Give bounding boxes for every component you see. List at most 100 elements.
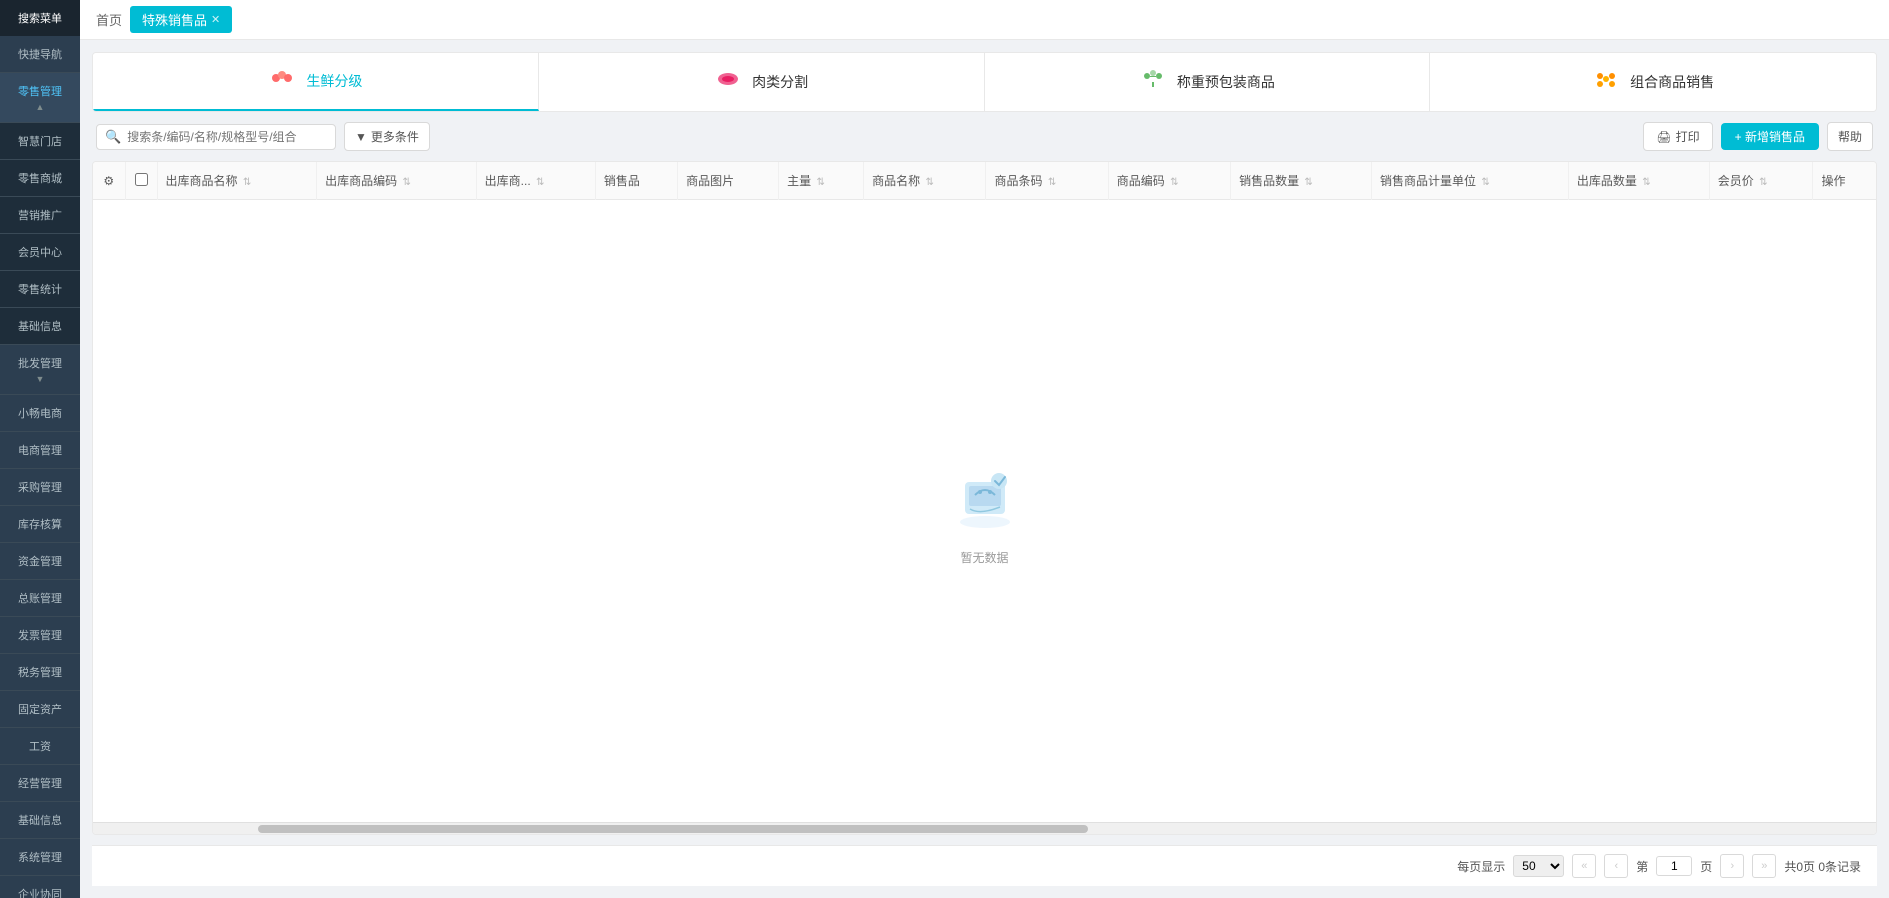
col-product-name-label: 商品名称 — [872, 174, 920, 188]
sidebar-item-ecom-mgmt[interactable]: 电商管理 — [0, 432, 80, 469]
sidebar-item-basic-info2[interactable]: 基础信息 — [0, 802, 80, 839]
col-product-code[interactable]: 商品编码 ⇅ — [1108, 162, 1230, 200]
sidebar-item-marketing[interactable]: 营销推广 — [0, 197, 80, 234]
sidebar-item-general-ledger[interactable]: 总账管理 — [0, 580, 80, 617]
sidebar-item-mini-ecom[interactable]: 小畅电商 — [0, 395, 80, 432]
sidebar-item-tax-mgmt[interactable]: 税务管理 — [0, 654, 80, 691]
col-member-price[interactable]: 会员价 ⇅ — [1709, 162, 1813, 200]
sidebar-item-payroll[interactable]: 工资 — [0, 728, 80, 765]
col-sales-qty[interactable]: 销售品数量 ⇅ — [1231, 162, 1372, 200]
sort-icon: ⇅ — [1481, 177, 1489, 188]
finance-label: 资金管理 — [18, 553, 62, 569]
sort-icon: ⇅ — [536, 177, 544, 188]
last-page-icon: » — [1761, 860, 1767, 872]
sidebar-item-retail-mall[interactable]: 零售商城 — [0, 160, 80, 197]
col-check[interactable] — [125, 162, 157, 200]
page-prefix: 第 — [1636, 858, 1648, 875]
wholesale-mgmt-arrow-icon: ▼ — [36, 374, 45, 384]
col-out-product-extra[interactable]: 出库商... ⇅ — [476, 162, 595, 200]
sidebar-item-retail-stats[interactable]: 零售统计 — [0, 271, 80, 308]
pagination: 每页显示 50 10 20 100 « ‹ 第 页 › » 共0页 0条记录 — [92, 845, 1877, 886]
check-all-input[interactable] — [135, 173, 148, 186]
search-box[interactable]: 🔍 — [96, 124, 336, 150]
meat-cut-icon — [714, 68, 742, 96]
search-icon: 🔍 — [105, 129, 121, 145]
combo-product-label: 组合商品销售 — [1630, 72, 1714, 92]
col-main-weight-label: 主量 — [787, 174, 811, 188]
purchase-mgmt-label: 采购管理 — [18, 479, 62, 495]
col-settings[interactable]: ⚙ — [93, 162, 125, 200]
sort-icon: ⇅ — [243, 177, 251, 188]
col-out-product-code[interactable]: 出库商品编码 ⇅ — [317, 162, 477, 200]
sidebar-item-invoice-mgmt[interactable]: 发票管理 — [0, 617, 80, 654]
active-tab-label: 特殊销售品 — [142, 10, 207, 29]
empty-text: 暂无数据 — [960, 549, 1008, 566]
category-tab-combo-product[interactable]: 组合商品销售 — [1430, 53, 1876, 111]
prev-page-button[interactable]: ‹ — [1604, 854, 1628, 878]
new-product-button[interactable]: + 新增销售品 — [1721, 123, 1819, 150]
sidebar-item-biz-mgmt[interactable]: 经营管理 — [0, 765, 80, 802]
scrollbar-thumb[interactable] — [258, 825, 1088, 833]
col-product-name[interactable]: 商品名称 ⇅ — [864, 162, 986, 200]
category-tab-meat-cut[interactable]: 肉类分割 — [539, 53, 985, 111]
per-page-select[interactable]: 50 10 20 100 — [1513, 855, 1564, 877]
category-tab-scale-prepack[interactable]: 称重预包装商品 — [985, 53, 1431, 111]
combo-product-icon — [1592, 68, 1620, 96]
active-tab[interactable]: 特殊销售品 ✕ — [130, 6, 232, 33]
scale-prepack-icon — [1139, 68, 1167, 96]
sidebar-item-member-center[interactable]: 会员中心 — [0, 234, 80, 271]
total-info: 共0页 0条记录 — [1784, 858, 1861, 875]
sys-mgmt-label: 系统管理 — [18, 849, 62, 865]
sidebar-item-retail-mgmt[interactable]: 零售管理 ▲ — [0, 73, 80, 123]
next-page-button[interactable]: › — [1720, 854, 1744, 878]
col-sales-product[interactable]: 销售品 — [595, 162, 677, 200]
col-sales-unit-label: 销售商品计量单位 — [1380, 174, 1476, 188]
print-button[interactable]: 🖨 打印 — [1643, 122, 1712, 151]
fixed-assets-label: 固定资产 — [18, 701, 62, 717]
marketing-label: 营销推广 — [18, 207, 62, 223]
col-product-image[interactable]: 商品图片 — [678, 162, 779, 200]
col-sales-unit[interactable]: 销售商品计量单位 ⇅ — [1372, 162, 1569, 200]
col-out-product-extra-label: 出库商... — [485, 174, 531, 188]
filter-button[interactable]: ▼ 更多条件 — [344, 122, 430, 151]
sidebar-item-fixed-assets[interactable]: 固定资产 — [0, 691, 80, 728]
sidebar-item-finance[interactable]: 资金管理 — [0, 543, 80, 580]
settings-icon: ⚙ — [103, 174, 114, 188]
topbar: 首页 特殊销售品 ✕ — [80, 0, 1889, 40]
sort-icon: ⇅ — [1304, 177, 1312, 188]
tab-close-icon[interactable]: ✕ — [211, 13, 220, 26]
sidebar-logo[interactable]: 搜索菜单 — [0, 0, 80, 36]
basic-info-label: 基础信息 — [18, 318, 62, 334]
col-out-qty[interactable]: 出库品数量 ⇅ — [1568, 162, 1709, 200]
horizontal-scrollbar[interactable] — [93, 822, 1876, 834]
retail-stats-label: 零售统计 — [18, 281, 62, 297]
sidebar-item-sys-mgmt[interactable]: 系统管理 — [0, 839, 80, 876]
empty-state: 暂无数据 — [93, 200, 1876, 822]
col-sales-product-label: 销售品 — [604, 174, 640, 188]
sidebar-item-quick-nav[interactable]: 快捷导航 — [0, 36, 80, 73]
help-button[interactable]: 帮助 — [1827, 122, 1873, 151]
smart-store-label: 智慧门店 — [18, 133, 62, 149]
sidebar-item-inventory[interactable]: 库存核算 — [0, 506, 80, 543]
retail-mall-label: 零售商城 — [18, 170, 62, 186]
col-actions-label: 操作 — [1821, 174, 1845, 188]
sidebar-item-enterprise-coop[interactable]: 企业协同 — [0, 876, 80, 898]
sidebar-item-wholesale-mgmt[interactable]: 批发管理 ▼ — [0, 345, 80, 395]
first-page-icon: « — [1581, 860, 1587, 872]
first-page-button[interactable]: « — [1572, 854, 1596, 878]
toolbar: 🔍 ▼ 更多条件 🖨 打印 + 新增销售品 帮助 — [92, 122, 1877, 151]
col-barcode[interactable]: 商品条码 ⇅ — [986, 162, 1108, 200]
sort-icon: ⇅ — [817, 177, 825, 188]
sidebar-item-purchase-mgmt[interactable]: 采购管理 — [0, 469, 80, 506]
col-main-weight[interactable]: 主量 ⇅ — [779, 162, 864, 200]
page-number-input[interactable] — [1656, 856, 1692, 876]
col-out-product-name[interactable]: 出库商品名称 ⇅ — [157, 162, 317, 200]
sidebar-item-smart-store[interactable]: 智慧门店 — [0, 123, 80, 160]
category-tab-fresh-grade[interactable]: 生鲜分级 — [93, 53, 539, 111]
enterprise-coop-label: 企业协同 — [18, 886, 62, 898]
col-product-image-label: 商品图片 — [686, 174, 734, 188]
col-actions: 操作 — [1813, 162, 1876, 200]
search-input[interactable] — [127, 130, 327, 144]
last-page-button[interactable]: » — [1752, 854, 1776, 878]
sidebar-item-basic-info[interactable]: 基础信息 — [0, 308, 80, 345]
